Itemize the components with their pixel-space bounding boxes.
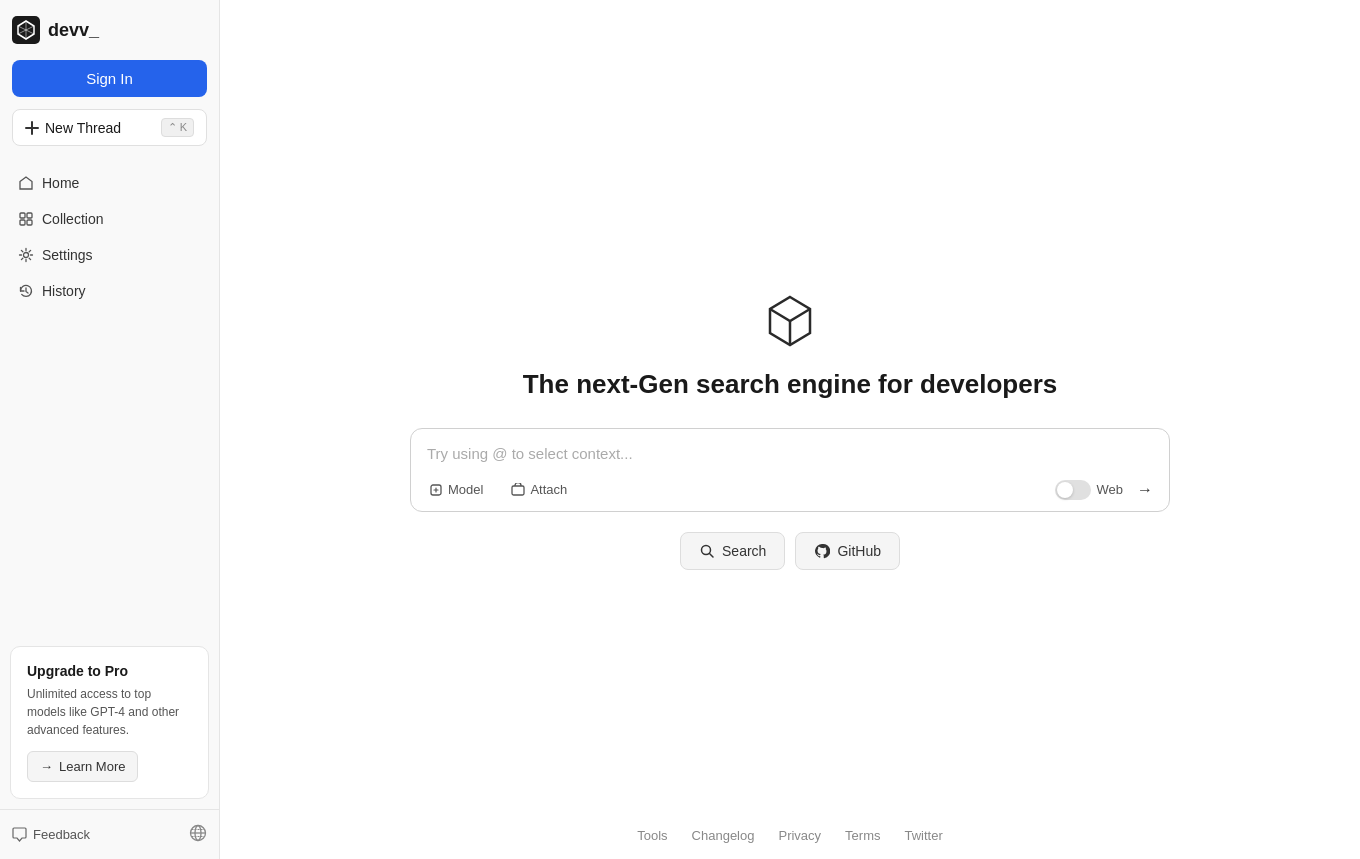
github-button[interactable]: GitHub — [795, 532, 900, 570]
arrow-icon: → — [40, 759, 53, 774]
web-toggle[interactable] — [1055, 480, 1091, 500]
learn-more-button[interactable]: → Learn More — [27, 751, 138, 782]
web-label: Web — [1097, 482, 1124, 497]
upgrade-title: Upgrade to Pro — [27, 663, 192, 679]
sidebar-item-settings-label: Settings — [42, 247, 93, 263]
sidebar-item-history[interactable]: History — [8, 274, 211, 308]
search-input[interactable] — [411, 429, 1169, 470]
svg-rect-15 — [512, 486, 524, 495]
logo-icon — [12, 16, 40, 44]
sidebar-item-home-label: Home — [42, 175, 79, 191]
svg-rect-7 — [20, 220, 25, 225]
svg-point-9 — [24, 253, 29, 258]
svg-rect-5 — [20, 213, 25, 218]
logo-text: devv_ — [48, 20, 99, 41]
sidebar-item-collection[interactable]: Collection — [8, 202, 211, 236]
main-content: The next-Gen search engine for developer… — [220, 0, 1360, 859]
new-thread-shortcut: ⌃ K — [161, 118, 194, 137]
feedback-button[interactable]: Feedback — [12, 827, 90, 842]
sidebar-item-settings[interactable]: Settings — [8, 238, 211, 272]
box-icon — [760, 289, 820, 349]
new-thread-label: New Thread — [45, 120, 121, 136]
search-icon — [699, 543, 715, 559]
footer-link-changelog[interactable]: Changelog — [692, 828, 755, 843]
hero-icon — [760, 289, 820, 353]
footer-link-tools[interactable]: Tools — [637, 828, 667, 843]
search-button[interactable]: Search — [680, 532, 785, 570]
main-footer: Tools Changelog Privacy Terms Twitter — [220, 828, 1360, 843]
sidebar: devv_ Sign In New Thread ⌃ K Home — [0, 0, 220, 859]
footer-link-terms[interactable]: Terms — [845, 828, 880, 843]
collection-icon — [18, 211, 34, 227]
history-icon — [18, 283, 34, 299]
model-label: Model — [448, 482, 483, 497]
settings-icon — [18, 247, 34, 263]
upgrade-card: Upgrade to Pro Unlimited access to top m… — [10, 646, 209, 799]
github-button-label: GitHub — [837, 543, 881, 559]
search-box: Model Attach Web — [410, 428, 1170, 512]
submit-arrow-button[interactable]: → — [1133, 479, 1157, 501]
globe-icon — [189, 824, 207, 842]
upgrade-description: Unlimited access to top models like GPT-… — [27, 685, 192, 739]
attach-button[interactable]: Attach — [505, 478, 573, 501]
search-toolbar: Model Attach Web — [411, 470, 1169, 511]
footer-link-privacy[interactable]: Privacy — [778, 828, 821, 843]
sidebar-top: devv_ Sign In New Thread ⌃ K — [0, 0, 219, 158]
learn-more-label: Learn More — [59, 759, 125, 774]
main-center: The next-Gen search engine for developer… — [390, 289, 1190, 570]
feedback-label: Feedback — [33, 827, 90, 842]
sign-in-button[interactable]: Sign In — [12, 60, 207, 97]
sidebar-bottom: Feedback — [0, 809, 219, 859]
footer-link-twitter[interactable]: Twitter — [904, 828, 942, 843]
new-thread-button[interactable]: New Thread ⌃ K — [12, 109, 207, 146]
attach-label: Attach — [530, 482, 567, 497]
action-buttons: Search GitHub — [680, 532, 900, 570]
feedback-icon — [12, 827, 27, 842]
attach-icon — [511, 483, 525, 497]
sidebar-nav: Home Collection Settings Hist — [0, 158, 219, 636]
web-toggle-container: Web — [1055, 480, 1124, 500]
home-icon — [18, 175, 34, 191]
model-icon — [429, 483, 443, 497]
hero-title: The next-Gen search engine for developer… — [523, 369, 1058, 400]
svg-rect-6 — [27, 213, 32, 218]
model-button[interactable]: Model — [423, 478, 489, 501]
sidebar-item-collection-label: Collection — [42, 211, 103, 227]
logo: devv_ — [12, 16, 207, 44]
search-button-label: Search — [722, 543, 766, 559]
sidebar-item-history-label: History — [42, 283, 86, 299]
github-icon — [814, 543, 830, 559]
plus-icon — [25, 121, 39, 135]
globe-button[interactable] — [189, 824, 207, 845]
svg-rect-8 — [27, 220, 32, 225]
sidebar-item-home[interactable]: Home — [8, 166, 211, 200]
